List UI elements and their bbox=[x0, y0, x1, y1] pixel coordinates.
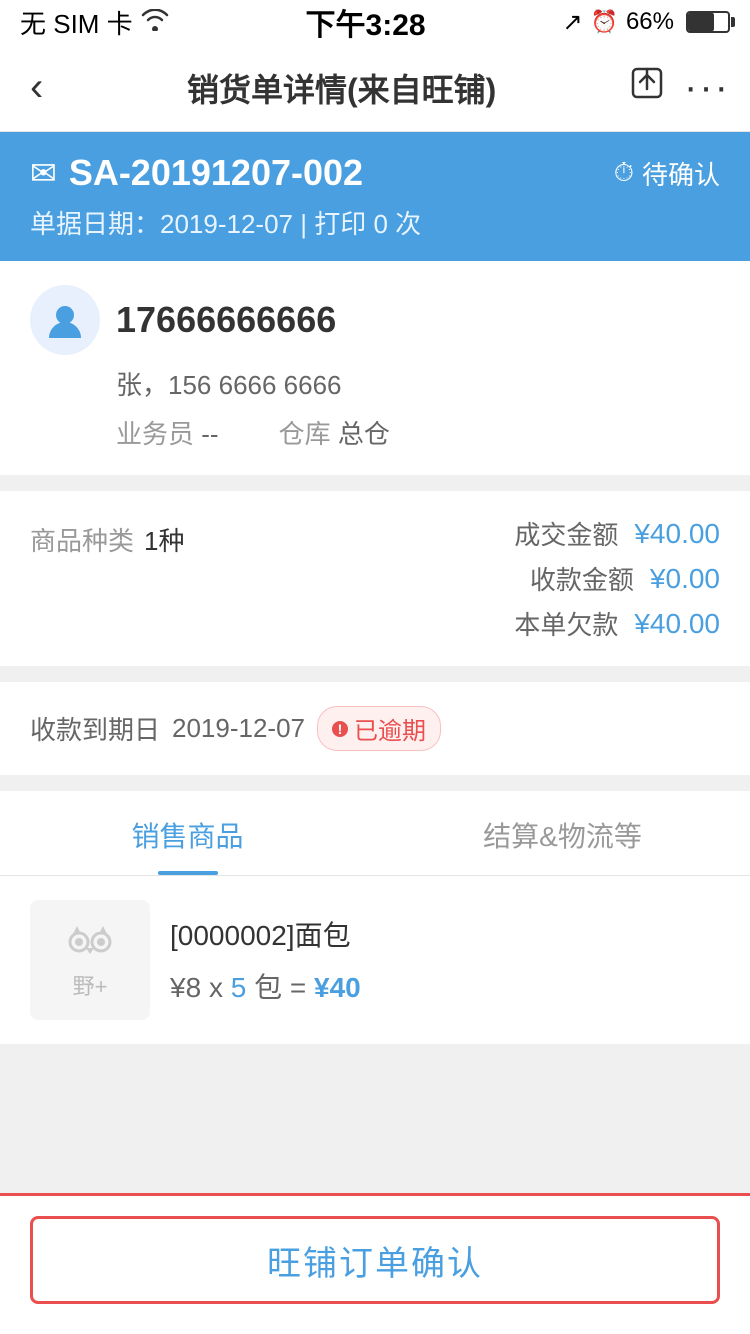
order-id: SA-20191207-002 bbox=[69, 152, 363, 194]
product-unit: 包 bbox=[254, 972, 282, 1003]
avatar bbox=[30, 285, 100, 355]
product-item: 野+ [0000002]面包 ¥8 x 5 包 = ¥40 bbox=[0, 876, 750, 1045]
print-info: 打印 0 次 bbox=[314, 209, 421, 239]
amount-label: 成交金额 bbox=[514, 515, 618, 552]
overdue-badge: ! 已逾期 bbox=[317, 706, 441, 751]
status-left: 无 SIM 卡 bbox=[20, 4, 169, 41]
product-qty: 5 bbox=[231, 972, 247, 1003]
order-header: ✉ SA-20191207-002 ⏱ 待确认 单据日期：2019-12-07 … bbox=[0, 132, 750, 261]
payment-label: 收款金额 bbox=[530, 560, 634, 597]
sales-label: 业务员 -- bbox=[116, 414, 219, 451]
product-type-value: 1种 bbox=[144, 521, 184, 558]
status-text: 待确认 bbox=[642, 155, 720, 192]
order-date-value: 2019-12-07 bbox=[160, 209, 293, 239]
product-thumbnail: 野+ bbox=[30, 900, 150, 1020]
product-multiply: x bbox=[209, 972, 231, 1003]
product-name: [0000002]面包 bbox=[170, 914, 720, 954]
summary-row: 商品种类 1种 成交金额 ¥40.00 收款金额 ¥0.00 本单欠款 ¥40.… bbox=[30, 515, 720, 642]
status-bar: 无 SIM 卡 下午3:28 ↗ ⏰ 66% bbox=[0, 0, 750, 44]
nav-bar: ‹ 销货单详情(来自旺铺) ··· bbox=[0, 44, 750, 132]
product-list: 野+ [0000002]面包 ¥8 x 5 包 = ¥40 bbox=[0, 876, 750, 1045]
more-icon[interactable]: ··· bbox=[684, 65, 730, 110]
status-clock-icon: ⏱ bbox=[614, 157, 634, 189]
product-calc: ¥8 x 5 包 = ¥40 bbox=[170, 966, 720, 1006]
order-status: ⏱ 待确认 bbox=[614, 155, 720, 192]
date-label: 单据日期： bbox=[30, 209, 160, 239]
order-date-row: 单据日期：2019-12-07 | 打印 0 次 bbox=[30, 204, 720, 241]
tab-settlement-logistics[interactable]: 结算&物流等 bbox=[375, 791, 750, 875]
product-total: ¥40 bbox=[314, 972, 361, 1003]
tabs-bar: 销售商品 结算&物流等 bbox=[0, 791, 750, 876]
page-title: 销货单详情(来自旺铺) bbox=[187, 65, 496, 111]
order-header-top: ✉ SA-20191207-002 ⏱ 待确认 bbox=[30, 152, 720, 194]
summary-left: 商品种类 1种 bbox=[30, 515, 184, 558]
overdue-dot-icon: ! bbox=[332, 721, 348, 737]
battery-text: 66% bbox=[626, 8, 674, 36]
separator: | bbox=[300, 209, 314, 239]
product-equals: = bbox=[290, 972, 314, 1003]
customer-meta: 业务员 -- 仓库 总仓 bbox=[116, 414, 720, 451]
summary-card: 商品种类 1种 成交金额 ¥40.00 收款金额 ¥0.00 本单欠款 ¥40.… bbox=[0, 491, 750, 666]
product-info: [0000002]面包 ¥8 x 5 包 = ¥40 bbox=[170, 914, 720, 1006]
location-icon: ↗ bbox=[562, 8, 582, 37]
alarm-icon: ⏰ bbox=[591, 9, 618, 35]
due-row: 本单欠款 ¥40.00 bbox=[514, 605, 720, 642]
payment-row: 收款金额 ¥0.00 bbox=[530, 560, 720, 597]
confirm-order-button[interactable]: 旺铺订单确认 bbox=[30, 1216, 720, 1304]
due-value: ¥40.00 bbox=[634, 608, 720, 640]
back-button[interactable]: ‹ bbox=[20, 55, 53, 120]
carrier-text: 无 SIM 卡 bbox=[20, 4, 133, 41]
warehouse-label: 仓库 总仓 bbox=[279, 414, 390, 451]
due-date-card: 收款到期日 2019-12-07 ! 已逾期 bbox=[0, 682, 750, 775]
wifi-icon bbox=[141, 7, 169, 38]
due-date-label: 收款到期日 bbox=[30, 710, 160, 747]
battery-icon bbox=[686, 11, 730, 33]
nav-actions: ··· bbox=[630, 65, 730, 110]
overdue-text: 已逾期 bbox=[354, 711, 426, 746]
due-label: 本单欠款 bbox=[514, 605, 618, 642]
tab-sales-products[interactable]: 销售商品 bbox=[0, 791, 375, 875]
customer-phone: 17666666666 bbox=[116, 299, 336, 341]
customer-name: 张，156 6666 6666 bbox=[116, 365, 720, 402]
amount-row: 成交金额 ¥40.00 bbox=[514, 515, 720, 552]
order-icon: ✉ bbox=[30, 154, 57, 192]
payment-value: ¥0.00 bbox=[650, 563, 720, 595]
bottom-button-wrap: 旺铺订单确认 bbox=[0, 1193, 750, 1334]
status-right: ↗ ⏰ 66% bbox=[562, 8, 730, 37]
status-time: 下午3:28 bbox=[306, 0, 426, 44]
summary-right: 成交金额 ¥40.00 收款金额 ¥0.00 本单欠款 ¥40.00 bbox=[514, 515, 720, 642]
product-price: ¥8 bbox=[170, 972, 201, 1003]
due-date-value: 2019-12-07 bbox=[172, 713, 305, 744]
product-type-label: 商品种类 bbox=[30, 521, 134, 558]
share-icon[interactable] bbox=[630, 66, 664, 109]
customer-row: 17666666666 bbox=[30, 285, 720, 355]
customer-card: 17666666666 张，156 6666 6666 业务员 -- 仓库 总仓 bbox=[0, 261, 750, 475]
amount-value: ¥40.00 bbox=[634, 518, 720, 550]
